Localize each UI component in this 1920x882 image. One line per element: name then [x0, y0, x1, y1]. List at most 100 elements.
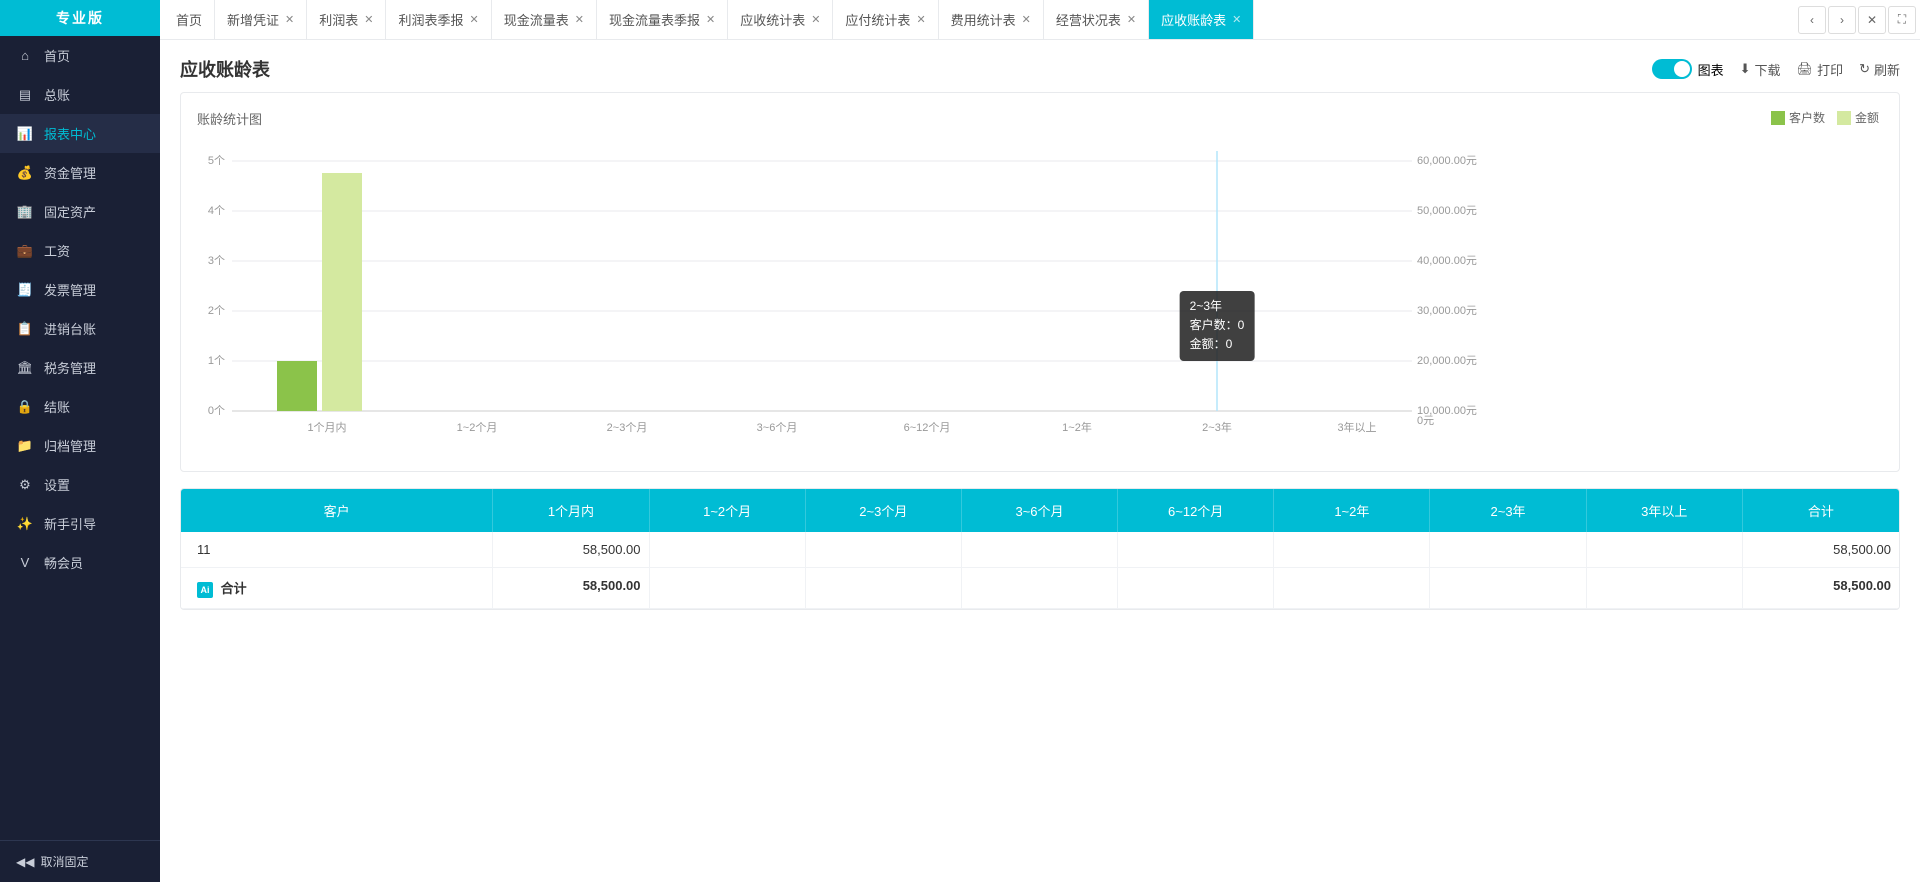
chart-title: 账龄统计图 — [197, 109, 1883, 128]
cell-3-6m-0 — [962, 532, 1118, 567]
cell-6-12m-0 — [1118, 532, 1274, 567]
sidebar-item-assets[interactable]: 🏢 固定资产 — [0, 192, 160, 231]
tab-voucher[interactable]: 新增凭证 ✕ — [215, 0, 307, 40]
tab-close-expense-stat[interactable]: ✕ — [1022, 13, 1031, 26]
sidebar-item-reports[interactable]: 📊 报表中心 — [0, 114, 160, 153]
download-button[interactable]: ⬇ 下载 — [1740, 60, 1781, 79]
chart-toggle-switch[interactable]: 图表 — [1652, 59, 1724, 79]
sidebar-item-inventory[interactable]: 📋 进销台账 — [0, 309, 160, 348]
unpin-button[interactable]: ◀◀ 取消固定 — [0, 840, 160, 882]
tab-profit[interactable]: 利润表 ✕ — [307, 0, 386, 40]
cell-2-3m-0 — [806, 532, 962, 567]
svg-text:4个: 4个 — [208, 204, 225, 217]
col-header-1m: 1个月内 — [493, 489, 649, 532]
sidebar-item-invoice[interactable]: 🧾 发票管理 — [0, 270, 160, 309]
sidebar-item-tax[interactable]: 🏛 税务管理 — [0, 348, 160, 387]
sidebar-item-ledger[interactable]: ▤ 总账 — [0, 75, 160, 114]
legend-customers: 客户数 — [1771, 109, 1825, 126]
table-header: 客户 1个月内 1~2个月 2~3个月 3~6个月 6~12个月 1~2年 2~… — [181, 489, 1899, 532]
cell-1-2y-0 — [1274, 532, 1430, 567]
print-icon: 🖨 — [1797, 61, 1814, 77]
cell-total-1-2m — [650, 568, 806, 608]
tab-expand-button[interactable]: ⛶ — [1888, 6, 1916, 34]
col-header-total: 合计 — [1743, 489, 1899, 532]
tab-profit-quarterly[interactable]: 利润表季报 ✕ — [386, 0, 491, 40]
tab-close-profit-quarterly[interactable]: ✕ — [470, 13, 479, 26]
svg-text:3年以上: 3年以上 — [1337, 420, 1376, 434]
download-icon: ⬇ — [1740, 61, 1751, 77]
sidebar-item-settings[interactable]: ⚙ 设置 — [0, 465, 160, 504]
sidebar-item-home[interactable]: ⌂ 首页 — [0, 36, 160, 75]
col-header-1-2y: 1~2年 — [1274, 489, 1430, 532]
cell-total-label: Ai 合计 — [181, 568, 493, 608]
svg-text:2个: 2个 — [208, 304, 225, 317]
col-header-3-6m: 3~6个月 — [962, 489, 1118, 532]
tab-close-profit[interactable]: ✕ — [364, 13, 373, 26]
legend-amount: 金额 — [1837, 109, 1879, 126]
tab-next-button[interactable]: › — [1828, 6, 1856, 34]
main-content: 首页 新增凭证 ✕ 利润表 ✕ 利润表季报 ✕ 现金流量表 ✕ 现金流量表季报 … — [160, 0, 1920, 882]
tab-payable-stat[interactable]: 应付统计表 ✕ — [833, 0, 938, 40]
col-header-3y: 3年以上 — [1587, 489, 1743, 532]
col-header-customer: 客户 — [181, 489, 493, 532]
inventory-icon: 📋 — [16, 320, 34, 338]
cell-total-2-3m — [806, 568, 962, 608]
tab-aging[interactable]: 应收账龄表 ✕ — [1149, 0, 1254, 40]
guide-icon: ✨ — [16, 515, 34, 533]
svg-text:0元: 0元 — [1417, 415, 1434, 427]
tab-expense-stat[interactable]: 费用统计表 ✕ — [939, 0, 1044, 40]
table-total-row: Ai 合计 58,500.00 58,500.00 — [181, 568, 1899, 609]
tab-close-aging[interactable]: ✕ — [1232, 13, 1241, 26]
sidebar-item-salary[interactable]: 💼 工资 — [0, 231, 160, 270]
toggle-label: 图表 — [1698, 60, 1724, 79]
cell-3y-0 — [1587, 532, 1743, 567]
sidebar-item-guide[interactable]: ✨ 新手引导 — [0, 504, 160, 543]
svg-text:6~12个月: 6~12个月 — [904, 421, 951, 434]
col-header-2-3m: 2~3个月 — [806, 489, 962, 532]
unpin-icon: ◀◀ — [16, 855, 34, 869]
page-header: 应收账龄表 图表 ⬇ 下载 🖨 打印 ↻ 刷新 — [160, 40, 1920, 92]
assets-icon: 🏢 — [16, 203, 34, 221]
tab-bar: 首页 新增凭证 ✕ 利润表 ✕ 利润表季报 ✕ 现金流量表 ✕ 现金流量表季报 … — [160, 0, 1920, 40]
settings-icon: ⚙ — [16, 476, 34, 494]
ledger-icon: ▤ — [16, 86, 34, 104]
tab-cashflow[interactable]: 现金流量表 ✕ — [492, 0, 597, 40]
cell-1-2m-0 — [650, 532, 806, 567]
tab-close-voucher[interactable]: ✕ — [285, 13, 294, 26]
tab-business-stat[interactable]: 经营状况表 ✕ — [1044, 0, 1149, 40]
cell-total-6-12m — [1118, 568, 1274, 608]
sidebar-logo: 专业版 — [0, 0, 160, 36]
chart-area: 账龄统计图 客户数 金额 5个 4个 3个 2个 — [180, 92, 1900, 472]
tab-close-business-stat[interactable]: ✕ — [1127, 13, 1136, 26]
refresh-icon: ↻ — [1859, 61, 1870, 77]
chart-toggle[interactable] — [1652, 59, 1692, 79]
cell-total-3-6m — [962, 568, 1118, 608]
sidebar-item-vip[interactable]: V 畅会员 — [0, 543, 160, 582]
print-button[interactable]: 🖨 打印 — [1797, 60, 1844, 79]
sidebar-item-archive[interactable]: 📁 归档管理 — [0, 426, 160, 465]
cell-2-3y-0 — [1430, 532, 1586, 567]
tab-close-cashflow-quarterly[interactable]: ✕ — [706, 13, 715, 26]
tab-close-cashflow[interactable]: ✕ — [575, 13, 584, 26]
tab-home[interactable]: 首页 — [164, 0, 215, 40]
svg-text:20,000.00元: 20,000.00元 — [1417, 355, 1477, 367]
tab-prev-button[interactable]: ‹ — [1798, 6, 1826, 34]
tab-cashflow-quarterly[interactable]: 现金流量表季报 ✕ — [597, 0, 728, 40]
cell-total-0: 58,500.00 — [1743, 532, 1899, 567]
bar-amount-0 — [322, 173, 362, 411]
tab-close-payable-stat[interactable]: ✕ — [916, 13, 925, 26]
sidebar-item-fund[interactable]: 💰 资金管理 — [0, 153, 160, 192]
reports-icon: 📊 — [16, 125, 34, 143]
tab-receivable-stat[interactable]: 应收统计表 ✕ — [728, 0, 833, 40]
refresh-button[interactable]: ↻ 刷新 — [1859, 60, 1900, 79]
sidebar-item-closing[interactable]: 🔒 结账 — [0, 387, 160, 426]
svg-text:50,000.00元: 50,000.00元 — [1417, 205, 1477, 217]
page-title: 应收账龄表 — [180, 56, 270, 82]
tab-close-receivable-stat[interactable]: ✕ — [811, 13, 820, 26]
tab-close-all-button[interactable]: ✕ — [1858, 6, 1886, 34]
fund-icon: 💰 — [16, 164, 34, 182]
cell-1m-0: 58,500.00 — [493, 532, 649, 567]
legend-customers-icon — [1771, 111, 1785, 125]
col-header-1-2m: 1~2个月 — [650, 489, 806, 532]
chart-svg-container: 5个 4个 3个 2个 1个 0个 60,000.00元 50,000.00元 … — [197, 136, 1883, 452]
